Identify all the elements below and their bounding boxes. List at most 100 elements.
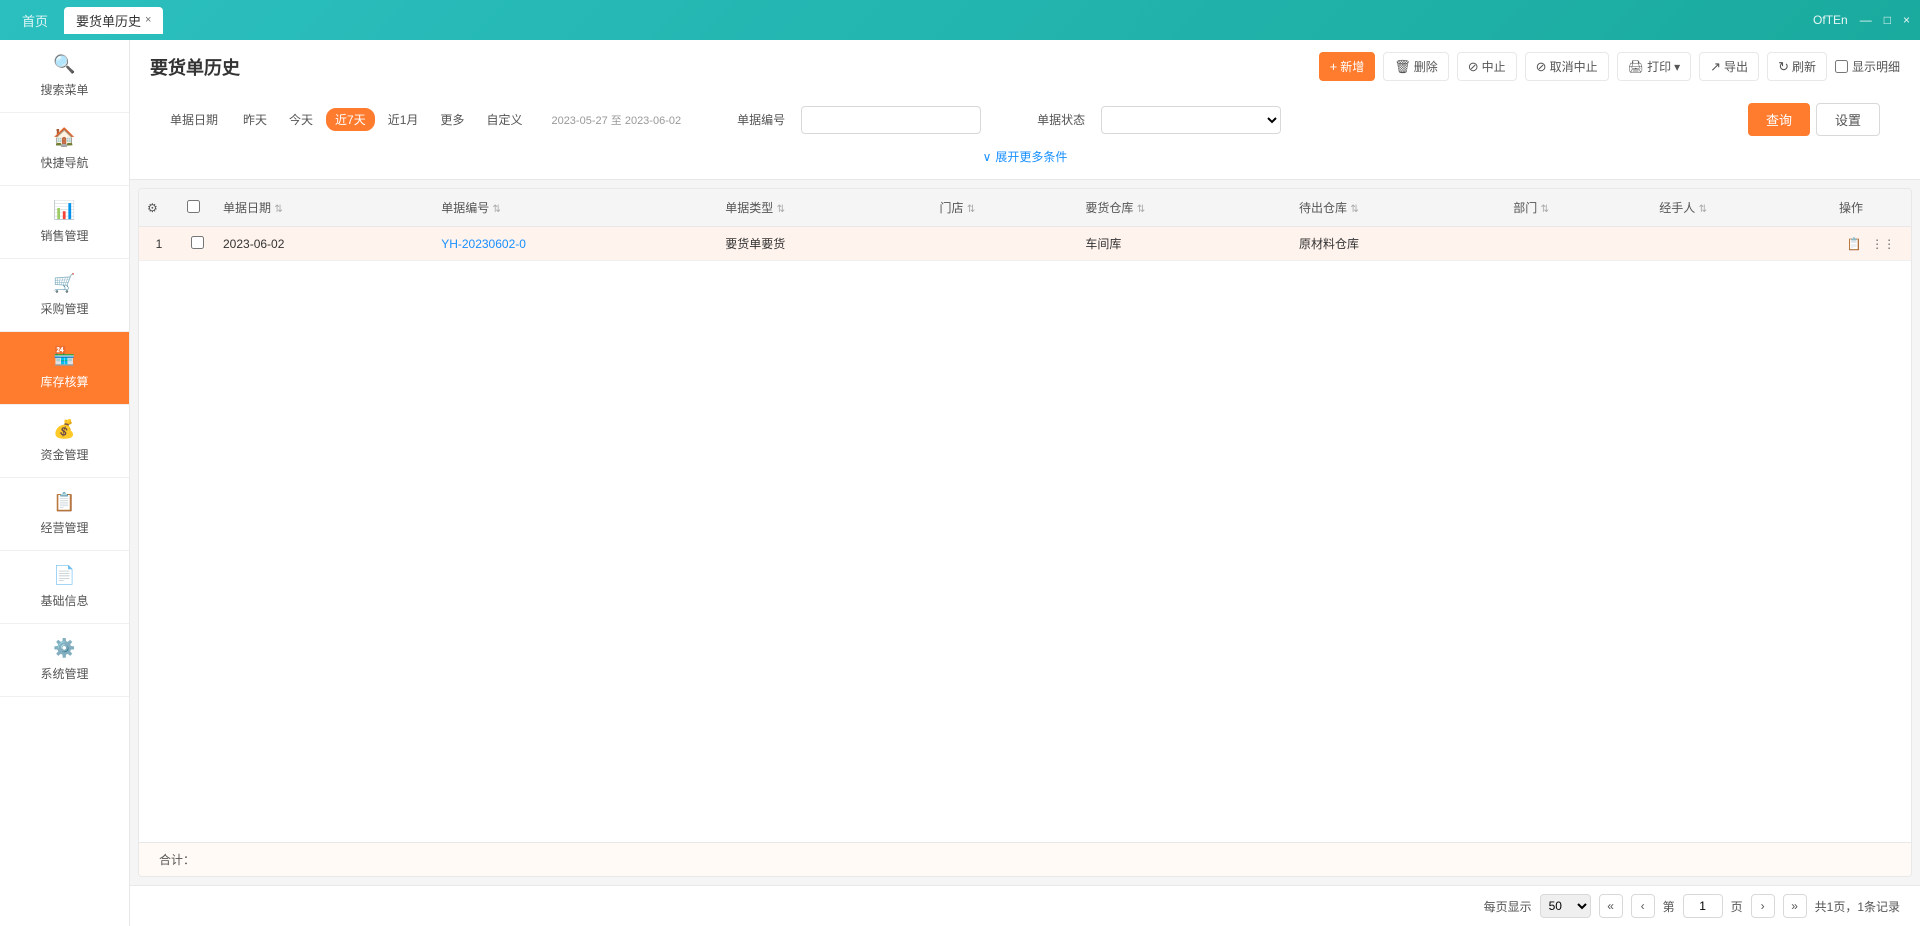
print-button[interactable]: 🖨 打印 ▾	[1617, 52, 1692, 81]
row-checkbox[interactable]	[191, 236, 204, 249]
sidebar-item-search[interactable]: 🔍 搜索菜单	[0, 40, 129, 113]
expand-more-button[interactable]: ∨ 展开更多条件	[170, 144, 1880, 169]
sort-store-icon[interactable]: ⇅	[967, 204, 975, 215]
col-settings: ⚙	[139, 189, 179, 227]
sidebar-label-basic: 基础信息	[40, 592, 88, 609]
sidebar-label-system: 系统管理	[40, 665, 88, 682]
content-area: 要货单历史 + 新增 🗑 删除 ⊘ 中止 ⊘	[130, 40, 1920, 926]
doc-number-input[interactable]	[801, 106, 981, 134]
minimize-icon[interactable]: —	[1860, 13, 1872, 27]
sort-department-icon[interactable]: ⇅	[1541, 204, 1549, 215]
sidebar-item-inventory[interactable]: 🏪 库存核算	[0, 332, 129, 405]
display-detail-checkbox[interactable]: 显示明细	[1835, 58, 1900, 75]
prev-page-button[interactable]: ‹	[1631, 894, 1655, 918]
col-type-label: 单据类型	[725, 201, 773, 215]
col-store: 门店 ⇅	[932, 189, 1078, 227]
date-btn-yesterday[interactable]: 昨天	[234, 108, 276, 131]
page-size-select[interactable]: 20 50 100 200	[1540, 894, 1591, 918]
window-close-icon[interactable]: ×	[1903, 13, 1910, 27]
tab-history[interactable]: 要货单历史 ×	[64, 7, 163, 34]
sidebar-item-operations[interactable]: 📋 经营管理	[0, 478, 129, 551]
new-label: 新增	[1340, 58, 1364, 75]
stop-icon: ⊘	[1468, 59, 1479, 75]
date-btn-custom[interactable]: 自定义	[477, 108, 531, 131]
brand-label: OfTEn	[1813, 13, 1848, 27]
cancel-stop-icon: ⊘	[1536, 59, 1547, 75]
sidebar-item-sales[interactable]: 📊 销售管理	[0, 186, 129, 259]
cancel-stop-button[interactable]: ⊘ 取消中止	[1525, 52, 1609, 81]
date-btn-last7days[interactable]: 近7天	[326, 108, 375, 131]
close-tab-icon[interactable]: ×	[145, 14, 151, 26]
col-date: 单据日期 ⇅	[215, 189, 433, 227]
delete-label: 删除	[1414, 58, 1438, 75]
table-footer: 合计：	[139, 842, 1911, 876]
col-action-label: 操作	[1839, 201, 1863, 215]
top-bar: 首页 要货单历史 × OfTEn — □ ×	[0, 0, 1920, 40]
system-icon: ⚙️	[53, 638, 75, 659]
first-page-button[interactable]: «	[1599, 894, 1623, 918]
date-btn-more[interactable]: 更多	[431, 108, 473, 131]
print-label: 打印	[1647, 58, 1671, 75]
col-type: 单据类型 ⇅	[717, 189, 931, 227]
row-type: 要货单要货	[717, 227, 931, 261]
filter-row-1: 单据日期 昨天 今天 近7天 近1月 更多 自定义 2023-05-27 至 2…	[170, 103, 1880, 136]
date-btn-last1month[interactable]: 近1月	[379, 108, 428, 131]
refresh-button[interactable]: ↻ 刷新	[1767, 52, 1827, 81]
table-scroll[interactable]: ⚙ 单据日期 ⇅ 单据编号 ⇅	[139, 189, 1911, 842]
sidebar-item-system[interactable]: ⚙️ 系统管理	[0, 624, 129, 697]
doc-status-select[interactable]	[1101, 106, 1281, 134]
new-icon: +	[1330, 59, 1338, 74]
sort-date-icon[interactable]: ⇅	[274, 204, 282, 215]
maximize-icon[interactable]: □	[1884, 13, 1891, 27]
doc-number-label: 单据编号	[737, 111, 785, 128]
tab-home[interactable]: 首页	[10, 7, 60, 34]
sort-pending-warehouse-icon[interactable]: ⇅	[1350, 204, 1358, 215]
row-number-link[interactable]: YH-20230602-0	[441, 237, 526, 251]
col-department: 部门 ⇅	[1505, 189, 1651, 227]
stop-button[interactable]: ⊘ 中止	[1457, 52, 1517, 81]
sidebar-item-basic[interactable]: 📄 基础信息	[0, 551, 129, 624]
sort-req-warehouse-icon[interactable]: ⇅	[1137, 204, 1145, 215]
sidebar-label-purchase: 采购管理	[40, 300, 88, 317]
tab-history-label: 要货单历史	[76, 11, 141, 30]
sidebar-item-quicknav[interactable]: 🏠 快捷导航	[0, 113, 129, 186]
row-date: 2023-06-02	[215, 227, 433, 261]
sort-type-icon[interactable]: ⇅	[777, 204, 785, 215]
next-page-button[interactable]: ›	[1751, 894, 1775, 918]
sort-number-icon[interactable]: ⇅	[493, 204, 501, 215]
sidebar-label-sales: 销售管理	[40, 227, 88, 244]
page-title: 要货单历史	[150, 54, 240, 80]
new-button[interactable]: + 新增	[1319, 52, 1376, 81]
table-section: ⚙ 单据日期 ⇅ 单据编号 ⇅	[138, 188, 1912, 877]
operations-icon: 📋	[53, 492, 75, 513]
col-department-label: 部门	[1513, 201, 1537, 215]
sidebar-item-purchase[interactable]: 🛒 采购管理	[0, 259, 129, 332]
row-edit-icon[interactable]: 📋	[1847, 237, 1862, 251]
row-checkbox-cell	[179, 227, 215, 261]
sidebar-label-search: 搜索菜单	[40, 81, 88, 98]
row-more-icon[interactable]: ⋮⋮	[1871, 237, 1895, 251]
filter-settings-button[interactable]: 设置	[1816, 103, 1880, 136]
display-detail-label: 显示明细	[1852, 58, 1900, 75]
export-icon: ↗	[1710, 59, 1721, 75]
quicknav-icon: 🏠	[53, 127, 75, 148]
delete-button[interactable]: 🗑 删除	[1383, 52, 1449, 81]
date-btn-today[interactable]: 今天	[280, 108, 322, 131]
query-button[interactable]: 查询	[1748, 103, 1810, 136]
print-dropdown-icon: ▾	[1674, 60, 1680, 74]
last-page-button[interactable]: »	[1783, 894, 1807, 918]
select-all-checkbox[interactable]	[187, 200, 200, 213]
display-detail-input[interactable]	[1835, 60, 1848, 73]
page-number-input[interactable]	[1683, 894, 1723, 918]
page-label: 第	[1663, 898, 1675, 915]
top-right-area: OfTEn — □ ×	[1813, 13, 1910, 27]
row-handler	[1651, 227, 1831, 261]
sidebar: 🔍 搜索菜单 🏠 快捷导航 📊 销售管理 🛒 采购管理 🏪 库存核算 💰 资金管…	[0, 40, 130, 926]
sidebar-item-finance[interactable]: 💰 资金管理	[0, 405, 129, 478]
col-pending-warehouse-label: 待出仓库	[1299, 201, 1347, 215]
expand-label: 展开更多条件	[995, 148, 1067, 165]
export-button[interactable]: ↗ 导出	[1699, 52, 1759, 81]
doc-status-label: 单据状态	[1037, 111, 1085, 128]
table-settings-icon[interactable]: ⚙	[147, 201, 158, 215]
sort-handler-icon[interactable]: ⇅	[1699, 204, 1707, 215]
